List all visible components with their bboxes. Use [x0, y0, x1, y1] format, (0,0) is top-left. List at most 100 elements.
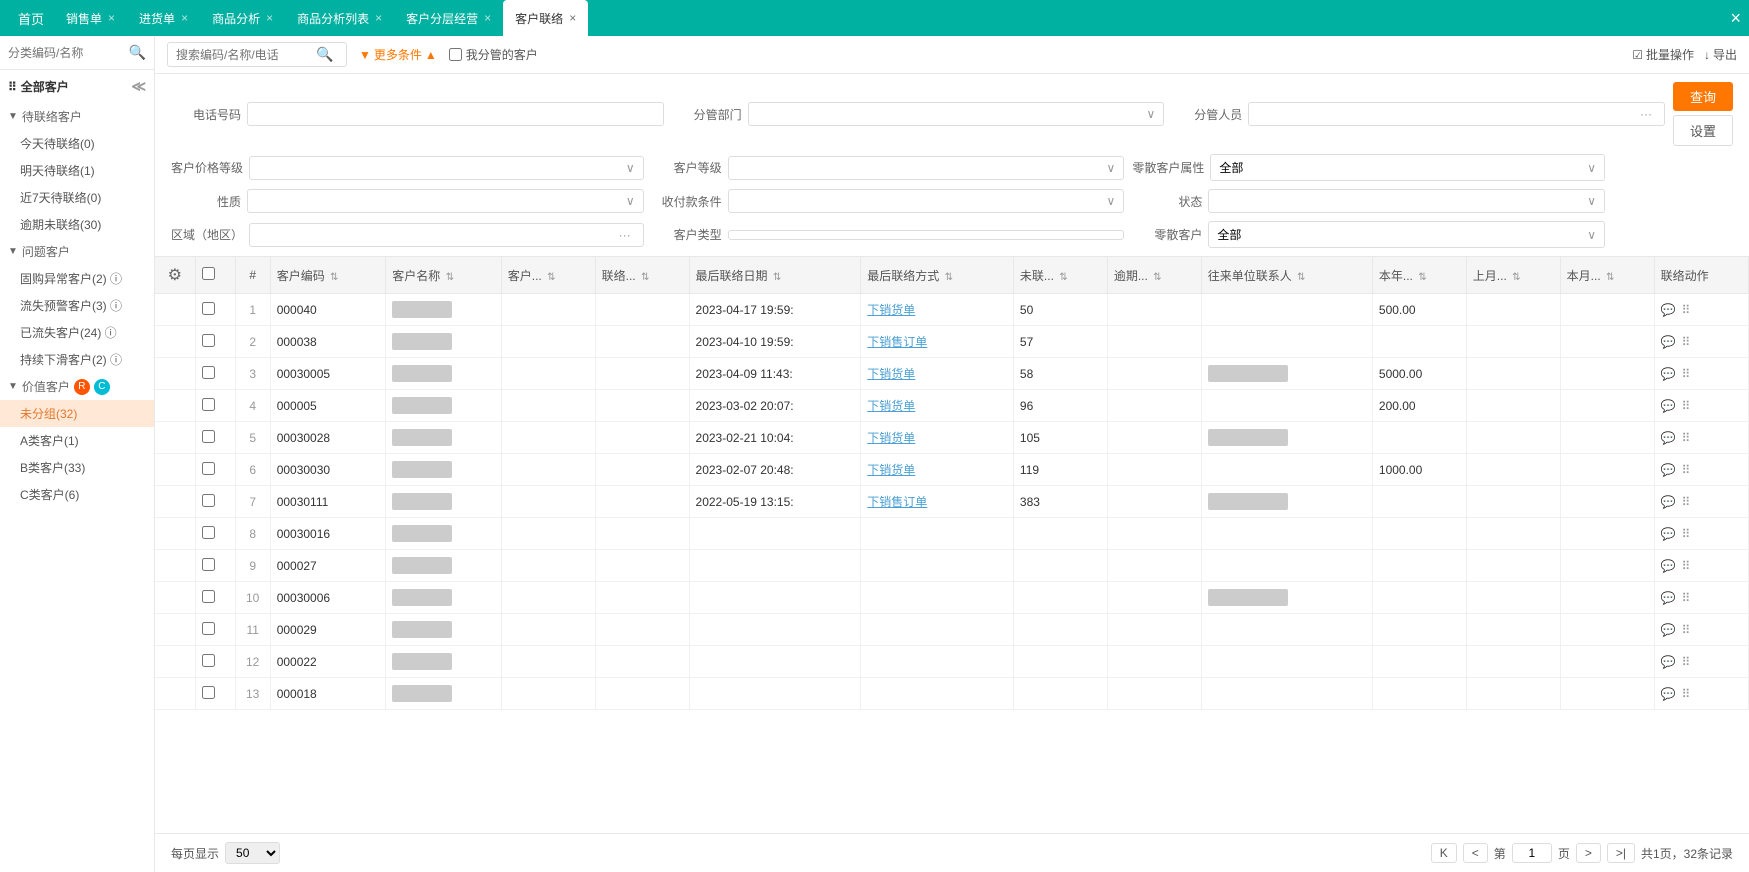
first-page-btn[interactable]: K — [1431, 843, 1457, 863]
grid-icon[interactable]: ⠿ — [1682, 591, 1691, 605]
tab-product-analysis[interactable]: 商品分析 × — [200, 0, 285, 36]
close-tab-product-list[interactable]: × — [375, 11, 382, 25]
sidebar-item-b-class[interactable]: B类客户(33) — [0, 454, 154, 481]
tab-customer-contact[interactable]: 客户联络 × — [503, 0, 588, 36]
grid-icon[interactable]: ⠿ — [1682, 495, 1691, 509]
chat-icon[interactable]: 💬 — [1661, 495, 1676, 509]
grid-icon[interactable]: ⠿ — [1682, 527, 1691, 541]
nature-select[interactable]: ∨ — [247, 189, 644, 213]
customer-type-select[interactable] — [728, 230, 1125, 240]
region-select[interactable]: ··· — [249, 223, 644, 247]
prev-page-btn[interactable]: < — [1463, 843, 1488, 863]
row-select-checkbox[interactable] — [202, 462, 215, 475]
settings-icon[interactable]: ⚙ — [168, 267, 182, 284]
method-link[interactable]: 下销货单 — [867, 367, 915, 381]
chat-icon[interactable]: 💬 — [1661, 399, 1676, 413]
row-select-checkbox[interactable] — [202, 494, 215, 507]
row-select-checkbox[interactable] — [202, 334, 215, 347]
grid-icon[interactable]: ⠿ — [1682, 559, 1691, 573]
sidebar-search-input[interactable] — [8, 46, 129, 60]
customer-level-select[interactable]: ∨ — [728, 156, 1125, 180]
export-btn[interactable]: ↓ 导出 — [1704, 46, 1737, 63]
manager-ellipsis[interactable]: ··· — [1636, 107, 1656, 121]
sidebar-item-c-class[interactable]: C类客户(6) — [0, 481, 154, 508]
close-all-btn[interactable]: × — [1730, 8, 1741, 29]
grid-icon[interactable]: ⠿ — [1682, 623, 1691, 637]
close-tab-sales[interactable]: × — [108, 11, 115, 25]
chat-icon[interactable]: 💬 — [1661, 687, 1676, 701]
grid-icon[interactable]: ⠿ — [1682, 463, 1691, 477]
collapse-btn[interactable]: ≪ — [131, 78, 146, 95]
close-tab-contact[interactable]: × — [569, 11, 576, 25]
sidebar-item-7days[interactable]: 近7天待联络(0) — [0, 184, 154, 211]
next-page-btn[interactable]: > — [1576, 843, 1601, 863]
tab-product-analysis-list[interactable]: 商品分析列表 × — [285, 0, 394, 36]
row-select-checkbox[interactable] — [202, 622, 215, 635]
sidebar-item-ungroup[interactable]: 未分组(32) — [0, 400, 154, 427]
sidebar-item-churn-warning[interactable]: 流失预警客户(3) ⓘ — [0, 292, 154, 319]
select-all-checkbox[interactable] — [202, 267, 215, 280]
sidebar-item-today[interactable]: 今天待联络(0) — [0, 130, 154, 157]
row-select-checkbox[interactable] — [202, 398, 215, 411]
row-select-checkbox[interactable] — [202, 654, 215, 667]
query-btn[interactable]: 查询 — [1673, 82, 1733, 111]
chat-icon[interactable]: 💬 — [1661, 303, 1676, 317]
sidebar-search-icon[interactable]: 🔍 — [129, 44, 146, 61]
close-tab-segment[interactable]: × — [484, 11, 491, 25]
filter-search-icon[interactable]: 🔍 — [316, 46, 333, 63]
retail-attr-select[interactable]: 全部 ∨ — [1210, 154, 1605, 181]
grid-icon[interactable]: ⠿ — [1682, 655, 1691, 669]
tab-customer-segment[interactable]: 客户分层经营 × — [394, 0, 503, 36]
row-select-checkbox[interactable] — [202, 558, 215, 571]
chat-icon[interactable]: 💬 — [1661, 527, 1676, 541]
row-select-checkbox[interactable] — [202, 302, 215, 315]
region-ellipsis[interactable]: ··· — [615, 228, 635, 242]
chat-icon[interactable]: 💬 — [1661, 623, 1676, 637]
chat-icon[interactable]: 💬 — [1661, 655, 1676, 669]
my-customers-checkbox[interactable] — [449, 48, 462, 61]
chat-icon[interactable]: 💬 — [1661, 367, 1676, 381]
close-tab-product[interactable]: × — [266, 11, 273, 25]
group-pending-contact[interactable]: ▼ 待联络客户 — [0, 103, 154, 130]
grid-icon[interactable]: ⠿ — [1682, 303, 1691, 317]
tab-purchase-order[interactable]: 进货单 × — [127, 0, 200, 36]
chat-icon[interactable]: 💬 — [1661, 431, 1676, 445]
nav-home[interactable]: 首页 — [8, 9, 54, 28]
settings-col[interactable]: ⚙ — [155, 257, 195, 294]
phone-input[interactable] — [247, 102, 664, 126]
dept-select[interactable]: ∨ — [748, 102, 1165, 126]
page-size-select[interactable]: 50 100 200 — [225, 842, 280, 864]
sidebar-item-tomorrow[interactable]: 明天待联络(1) — [0, 157, 154, 184]
sidebar-item-declining[interactable]: 持续下滑客户(2) ⓘ — [0, 346, 154, 373]
grid-icon[interactable]: ⠿ — [1682, 335, 1691, 349]
batch-ops-btn[interactable]: ☑ 批量操作 — [1632, 46, 1694, 63]
row-select-checkbox[interactable] — [202, 686, 215, 699]
grid-icon[interactable]: ⠿ — [1682, 431, 1691, 445]
method-link[interactable]: 下销售订单 — [867, 335, 927, 349]
grid-icon[interactable]: ⠿ — [1682, 687, 1691, 701]
tab-sales-order[interactable]: 销售单 × — [54, 0, 127, 36]
manager-select[interactable]: ··· — [1248, 102, 1665, 126]
method-link[interactable]: 下销售订单 — [867, 495, 927, 509]
chat-icon[interactable]: 💬 — [1661, 559, 1676, 573]
sidebar-item-abnormal[interactable]: 固购异常客户(2) ⓘ — [0, 265, 154, 292]
price-level-select[interactable]: ∨ — [249, 156, 644, 180]
row-select-checkbox[interactable] — [202, 590, 215, 603]
retail-customer-select[interactable]: 全部 ∨ — [1208, 221, 1605, 248]
row-select-checkbox[interactable] — [202, 526, 215, 539]
chat-icon[interactable]: 💬 — [1661, 335, 1676, 349]
chat-icon[interactable]: 💬 — [1661, 591, 1676, 605]
grid-icon[interactable]: ⠿ — [1682, 399, 1691, 413]
payment-select[interactable]: ∨ — [728, 189, 1125, 213]
row-select-checkbox[interactable] — [202, 430, 215, 443]
page-number-input[interactable] — [1512, 843, 1552, 863]
sidebar-item-overdue[interactable]: 逾期未联络(30) — [0, 211, 154, 238]
chat-icon[interactable]: 💬 — [1661, 463, 1676, 477]
last-page-btn[interactable]: >| — [1607, 843, 1635, 863]
grid-icon[interactable]: ⠿ — [1682, 367, 1691, 381]
group-problem-customers[interactable]: ▼ 问题客户 — [0, 238, 154, 265]
more-conditions-btn[interactable]: ▼ 更多条件 ▲ — [359, 46, 437, 63]
method-link[interactable]: 下销货单 — [867, 463, 915, 477]
status-select[interactable]: ∨ — [1208, 189, 1605, 213]
reset-btn[interactable]: 设置 — [1673, 115, 1733, 146]
